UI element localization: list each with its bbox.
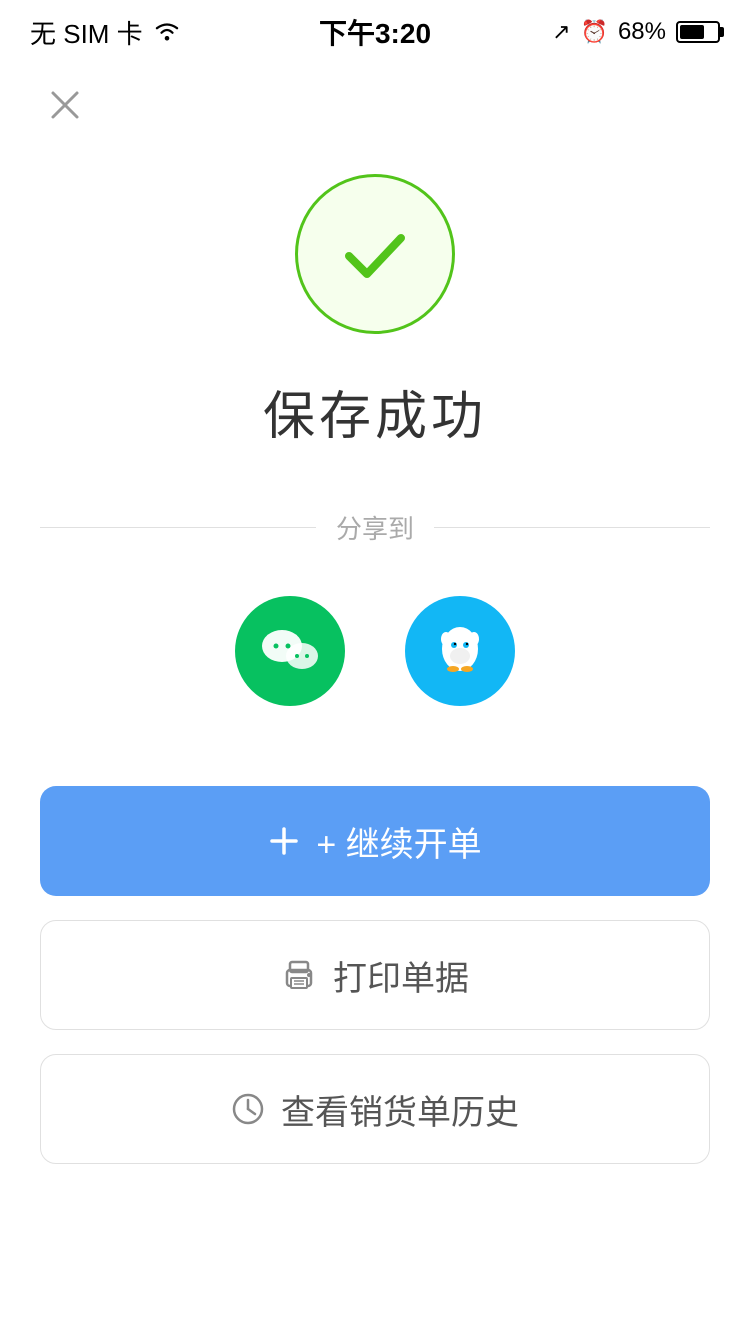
- share-label: 分享到: [336, 509, 414, 546]
- wechat-share-button[interactable]: [235, 596, 345, 706]
- status-right: ↗ ⏰ 68%: [552, 18, 720, 46]
- checkmark-icon: [335, 214, 415, 294]
- clock-icon: [231, 1092, 265, 1126]
- share-icons-row: [235, 596, 515, 706]
- continue-button[interactable]: + 继续开单: [40, 786, 710, 896]
- plus-icon: [268, 825, 300, 857]
- status-bar: 无 SIM 卡 下午3:20 ↗ ⏰ 68%: [0, 0, 750, 64]
- success-circle: [295, 174, 455, 334]
- wechat-icon: [258, 624, 323, 679]
- printer-icon: [281, 958, 317, 992]
- qq-icon: [428, 619, 493, 684]
- print-button[interactable]: 打印单据: [40, 920, 710, 1030]
- history-button[interactable]: 查看销货单历史: [40, 1054, 710, 1164]
- battery-percentage: 68%: [618, 18, 666, 46]
- divider-right: [434, 527, 710, 528]
- location-icon: ↗: [552, 19, 570, 45]
- qq-share-button[interactable]: [405, 596, 515, 706]
- divider-left: [40, 527, 316, 528]
- action-buttons: + 继续开单 打印单据 查看销货单历史: [40, 786, 710, 1164]
- alarm-icon: ⏰: [581, 19, 608, 45]
- battery-icon: [676, 21, 720, 43]
- wifi-icon: [151, 17, 183, 48]
- status-carrier: 无 SIM 卡: [30, 14, 183, 51]
- success-title: 保存成功: [263, 374, 487, 449]
- share-divider: 分享到: [40, 509, 710, 546]
- close-button[interactable]: [40, 80, 90, 130]
- main-content: 保存成功 分享到: [0, 64, 750, 1164]
- status-time: 下午3:20: [319, 12, 431, 52]
